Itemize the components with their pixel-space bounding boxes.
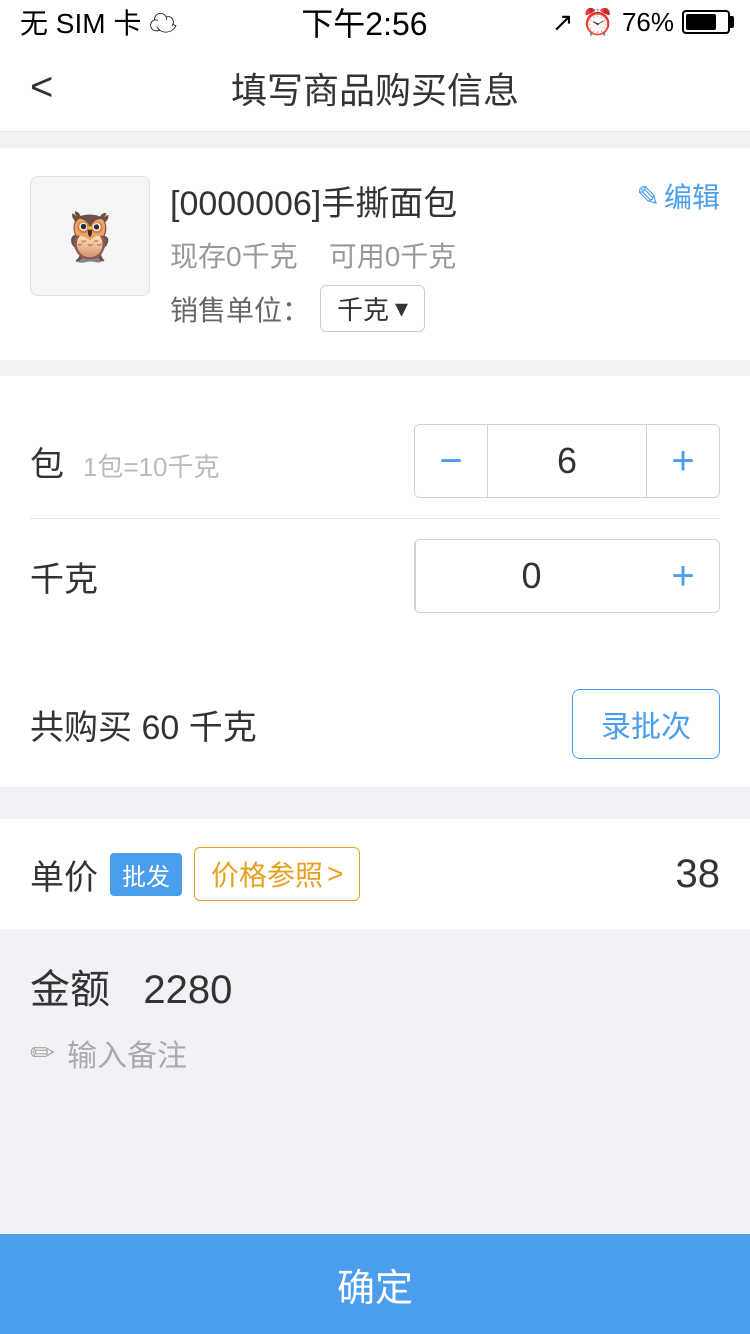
remark-icon: ✏ xyxy=(30,1036,55,1071)
edit-icon: ✎ xyxy=(637,180,660,213)
price-ref-arrow: > xyxy=(327,858,343,890)
product-name: [0000006]手撕面包 xyxy=(170,176,457,225)
remark-row[interactable]: ✏ 输入备注 xyxy=(30,1031,720,1075)
bag-minus-button[interactable]: − xyxy=(415,425,487,497)
unit-select[interactable]: 千克 ▾ xyxy=(320,285,425,332)
status-bar: 无 SIM 卡 ☁ 下午2:56 ↗ ⏰ 76% xyxy=(0,0,750,44)
battery-icon xyxy=(682,10,730,34)
status-time: 下午2:56 xyxy=(301,0,427,45)
summary-section: 共购买 60 千克 录批次 xyxy=(0,661,750,787)
location-icon: ↗ xyxy=(552,7,574,38)
stock-value: 现存0千克 xyxy=(170,241,298,272)
bag-plus-button[interactable]: + xyxy=(647,425,719,497)
price-ref-button[interactable]: 价格参照 > xyxy=(194,847,360,901)
amount-value: 2280 xyxy=(143,968,232,1012)
unit-label: 销售单位： xyxy=(170,289,310,329)
amount-section: 金额 2280 ✏ 输入备注 xyxy=(0,929,750,1103)
bag-quantity-input[interactable] xyxy=(487,425,647,497)
price-label-group: 单价 批发 价格参照 > xyxy=(30,847,360,901)
price-label: 单价 xyxy=(30,850,98,899)
price-ref-label: 价格参照 xyxy=(211,854,323,894)
kg-plus-button[interactable]: + xyxy=(647,540,719,612)
batch-button[interactable]: 录批次 xyxy=(572,689,720,759)
amount-row: 金额 2280 xyxy=(30,957,720,1015)
battery-percent: 76% xyxy=(622,7,674,38)
status-right: ↗ ⏰ 76% xyxy=(552,7,730,38)
back-button[interactable]: < xyxy=(30,65,53,110)
available-value: 可用0千克 xyxy=(329,241,457,272)
bag-row: 包 1包=10千克 − + xyxy=(30,404,720,518)
bag-label: 包 xyxy=(30,446,64,484)
bag-label-group: 包 1包=10千克 xyxy=(30,437,219,486)
amount-label: 金额 xyxy=(30,968,110,1012)
divider-2 xyxy=(0,787,750,803)
alarm-icon: ⏰ xyxy=(582,7,614,38)
unit-value: 千克 xyxy=(337,290,389,327)
nav-bar: < 填写商品购买信息 xyxy=(0,44,750,132)
divider-1 xyxy=(0,360,750,376)
product-stock: 现存0千克 可用0千克 xyxy=(170,235,720,275)
page-title: 填写商品购买信息 xyxy=(231,62,519,114)
product-unit: 销售单位： 千克 ▾ xyxy=(170,285,720,332)
price-section: 单价 批发 价格参照 > 38 xyxy=(0,819,750,929)
bag-quantity-control: − + xyxy=(414,424,720,498)
confirm-button[interactable]: 确定 xyxy=(0,1234,750,1334)
product-info: [0000006]手撕面包 ✎ 编辑 现存0千克 可用0千克 销售单位： 千克 … xyxy=(170,176,720,332)
edit-label: 编辑 xyxy=(664,176,720,216)
kg-quantity-input[interactable] xyxy=(415,540,647,612)
product-logo: 🦉 xyxy=(60,208,120,265)
bag-hint: 1包=10千克 xyxy=(83,452,220,482)
quantity-section: 包 1包=10千克 − + 千克 + xyxy=(0,376,750,661)
price-type-tag: 批发 xyxy=(110,853,182,896)
kg-label: 千克 xyxy=(30,552,98,601)
remark-placeholder: 输入备注 xyxy=(67,1031,187,1075)
edit-button[interactable]: ✎ 编辑 xyxy=(637,176,720,216)
kg-quantity-control: + xyxy=(414,539,720,613)
price-value: 38 xyxy=(676,852,721,897)
product-card: 🦉 [0000006]手撕面包 ✎ 编辑 现存0千克 可用0千克 销售单位： 千… xyxy=(0,148,750,360)
product-thumbnail: 🦉 xyxy=(30,176,150,296)
sim-status: 无 SIM 卡 ☁ xyxy=(20,2,177,42)
chevron-down-icon: ▾ xyxy=(395,293,408,324)
status-left: 无 SIM 卡 ☁ xyxy=(20,2,177,42)
kg-row: 千克 + xyxy=(30,518,720,633)
price-row: 单价 批发 价格参照 > 38 xyxy=(30,847,720,901)
summary-text: 共购买 60 千克 xyxy=(30,700,257,749)
